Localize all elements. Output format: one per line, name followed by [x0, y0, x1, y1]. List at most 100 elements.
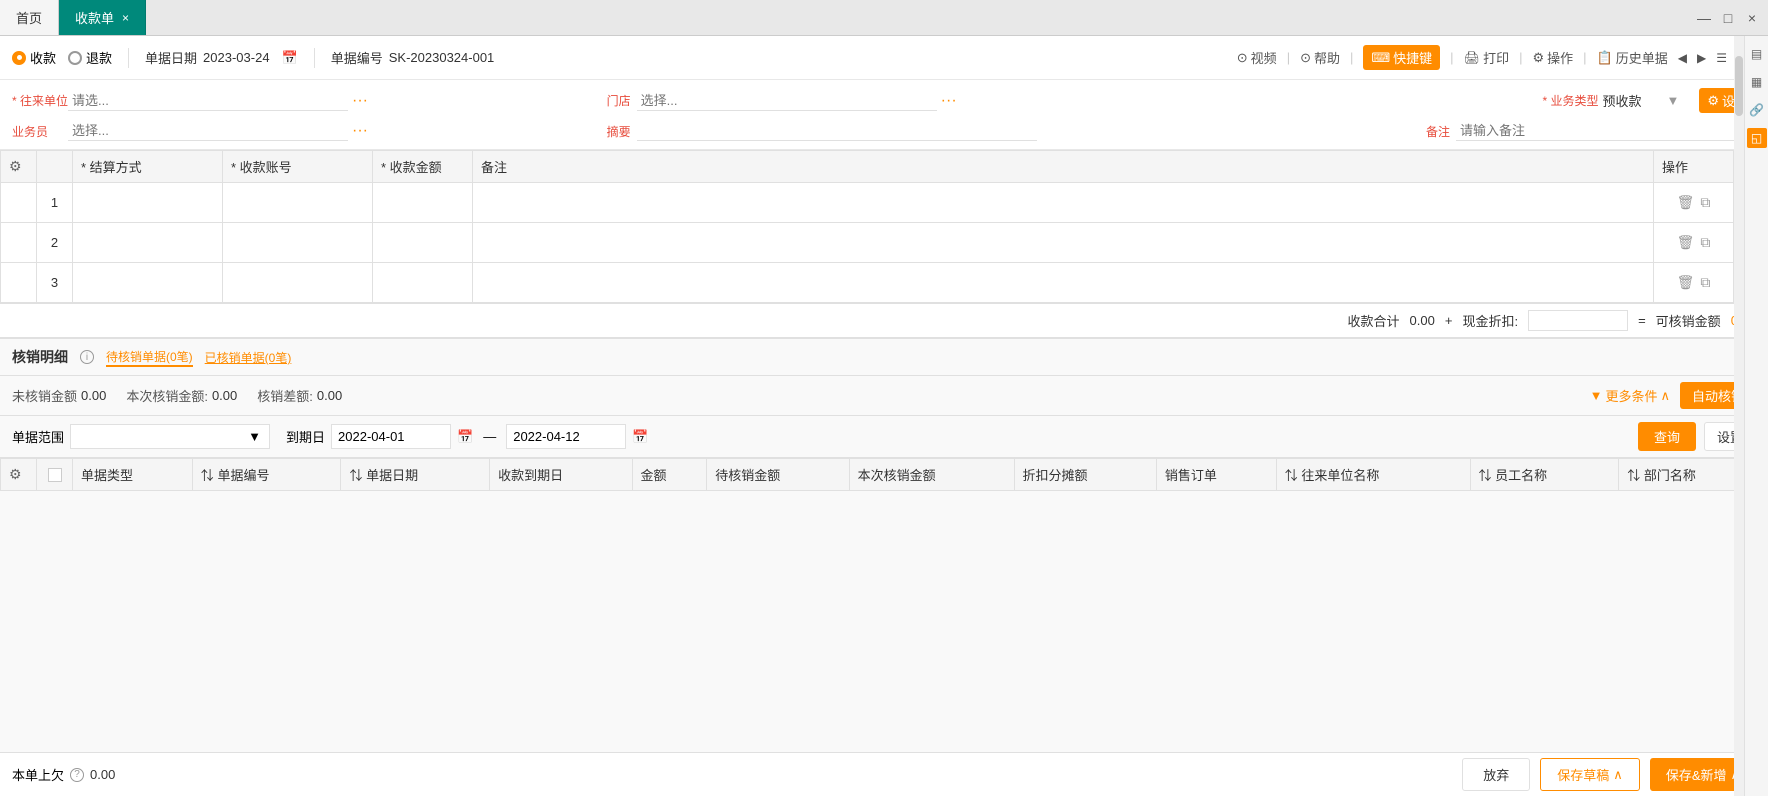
shortcut-btn[interactable]: ⌨ 快捷键: [1363, 45, 1440, 70]
table-row: 2 🗑 ⧉: [1, 223, 1734, 263]
history-btn[interactable]: 📋 历史单据: [1597, 48, 1668, 67]
tab-done[interactable]: 已核销单据(0笔): [205, 349, 292, 366]
verify-info-icon[interactable]: i: [80, 350, 94, 364]
staff-input[interactable]: [68, 121, 348, 141]
scroll-thumb[interactable]: [1735, 56, 1743, 116]
tab-pending[interactable]: 待核销单据(0笔): [106, 348, 193, 367]
row1-amount-cell[interactable]: [373, 183, 473, 223]
col-settle-label: * 结算方式: [81, 160, 142, 175]
calendar-to-icon[interactable]: 📅: [632, 429, 648, 445]
operation-btn[interactable]: ⚙ 操作: [1532, 48, 1573, 67]
bt-col-sales-label: 销售订单: [1165, 468, 1217, 483]
partner-label: * 往来单位: [12, 92, 68, 109]
discount-label: 现金折扣:: [1462, 311, 1518, 330]
prev-info-icon[interactable]: ?: [70, 768, 84, 782]
store-more-btn[interactable]: ···: [937, 92, 961, 110]
bt-settings-icon[interactable]: ⚙: [9, 466, 22, 482]
summary-field: 摘要: [607, 121, 1162, 141]
abandon-button[interactable]: 放弃: [1462, 758, 1530, 791]
nav-next-btn[interactable]: ▶: [1697, 51, 1706, 65]
row2-amount-cell[interactable]: [373, 223, 473, 263]
radio-refund[interactable]: 退款: [68, 48, 112, 67]
col-action-header: 操作: [1654, 151, 1734, 183]
list-view-btn[interactable]: ☰: [1716, 51, 1727, 65]
help-btn[interactable]: ⊙ 帮助: [1300, 48, 1340, 67]
note-input[interactable]: [1456, 121, 1756, 141]
row3-copy-icon[interactable]: ⧉: [1700, 274, 1710, 291]
video-btn[interactable]: ⊙ 视频: [1237, 48, 1277, 67]
col-note-label: 备注: [481, 160, 507, 175]
diff-value: 0.00: [317, 388, 342, 403]
partner-more-btn[interactable]: ···: [348, 92, 372, 110]
maximize-button[interactable]: □: [1720, 10, 1736, 26]
row1-copy-icon[interactable]: ⧉: [1700, 194, 1710, 211]
radio-receipt[interactable]: 收款: [12, 48, 56, 67]
radio-receipt-label: 收款: [30, 48, 56, 67]
diff-stat: 核销差额: 0.00: [257, 386, 342, 405]
diff-label: 核销差额:: [257, 386, 313, 405]
business-type-dropdown[interactable]: ▼: [1666, 93, 1679, 108]
note-label: 备注: [1426, 123, 1456, 140]
col-seq-header: [37, 151, 73, 183]
summary-input[interactable]: [637, 121, 1037, 141]
store-input[interactable]: [637, 91, 937, 111]
row1-settings-cell: [1, 183, 37, 223]
window-close-button[interactable]: ×: [1744, 10, 1760, 26]
row3-account-cell[interactable]: [223, 263, 373, 303]
partner-input[interactable]: [68, 91, 348, 111]
sidebar-icon-4[interactable]: ◱: [1747, 128, 1767, 148]
discount-input[interactable]: [1528, 310, 1628, 331]
sidebar-icon-3[interactable]: 🔗: [1747, 100, 1767, 120]
help-icon: ⊙: [1300, 50, 1311, 66]
date-from-input[interactable]: [331, 424, 451, 449]
bt-col-number-label: 单据编号: [217, 468, 269, 483]
row2-account-cell[interactable]: [223, 223, 373, 263]
print-btn[interactable]: 🖨 打印: [1464, 48, 1510, 67]
sidebar-icon-1[interactable]: ▤: [1747, 44, 1767, 64]
shortcut-label: 快捷键: [1393, 48, 1432, 67]
footer-right: 放弃 保存草稿 ∧ 保存&新增 ∧: [1462, 758, 1756, 791]
row1-note-cell[interactable]: [473, 183, 1654, 223]
row1-settle-cell[interactable]: [73, 183, 223, 223]
operation-icon: ⚙: [1532, 50, 1544, 66]
row3-delete-icon[interactable]: 🗑: [1677, 274, 1695, 291]
query-button[interactable]: 查询: [1638, 422, 1696, 451]
operation-label: 操作: [1547, 48, 1573, 67]
bt-select-all-checkbox[interactable]: [48, 468, 62, 482]
print-label: 打印: [1483, 48, 1509, 67]
filter-icon: ▼: [1590, 388, 1603, 403]
tab-bar: 首页 收款单 × — □ ×: [0, 0, 1768, 36]
verify-stats-right: ▼ 更多条件 ∧ 自动核销: [1590, 382, 1756, 409]
tab-close-icon[interactable]: ×: [122, 11, 129, 25]
row2-copy-icon[interactable]: ⧉: [1700, 234, 1710, 251]
sidebar-icon-2[interactable]: ▦: [1747, 72, 1767, 92]
row3-note-cell[interactable]: [473, 263, 1654, 303]
bt-col-store-sort: ⇅: [1627, 468, 1640, 483]
table-settings-icon[interactable]: ⚙: [9, 158, 22, 174]
save-draft-button[interactable]: 保存草稿 ∧: [1540, 758, 1640, 791]
row3-amount-cell[interactable]: [373, 263, 473, 303]
date-to-input[interactable]: [506, 424, 626, 449]
row3-settle-cell[interactable]: [73, 263, 223, 303]
filter-row: 单据范围 ▼ 到期日 📅 — 📅 查询 设置: [0, 416, 1768, 458]
row2-note-cell[interactable]: [473, 223, 1654, 263]
bt-col-staff-sort: ⇅: [1479, 468, 1492, 483]
form-section: * 往来单位 ··· 门店 ··· * 业务类型 预收款 ▼ ⚙ 设置: [0, 80, 1768, 150]
row1-delete-icon[interactable]: 🗑: [1677, 194, 1695, 211]
row1-account-cell[interactable]: [223, 183, 373, 223]
plus-sign: +: [1445, 313, 1453, 328]
summary-row: 收款合计 0.00 + 现金折扣: = 可核销金额 0.00: [0, 303, 1768, 337]
row2-settle-cell[interactable]: [73, 223, 223, 263]
row2-delete-icon[interactable]: 🗑: [1677, 234, 1695, 251]
minimize-button[interactable]: —: [1696, 10, 1712, 26]
more-filter-btn[interactable]: ▼ 更多条件 ∧: [1590, 386, 1670, 405]
tab-home[interactable]: 首页: [0, 0, 59, 35]
bt-col-date-sort: ⇅: [349, 468, 362, 483]
calendar-from-icon[interactable]: 📅: [457, 429, 473, 445]
tab-receipt[interactable]: 收款单 ×: [59, 0, 146, 35]
staff-more-btn[interactable]: ···: [348, 122, 372, 140]
range-select[interactable]: ▼: [70, 424, 270, 449]
calendar-icon[interactable]: 📅: [282, 50, 298, 66]
scroll-area[interactable]: [1734, 36, 1744, 796]
nav-prev-btn[interactable]: ◀: [1678, 51, 1687, 65]
